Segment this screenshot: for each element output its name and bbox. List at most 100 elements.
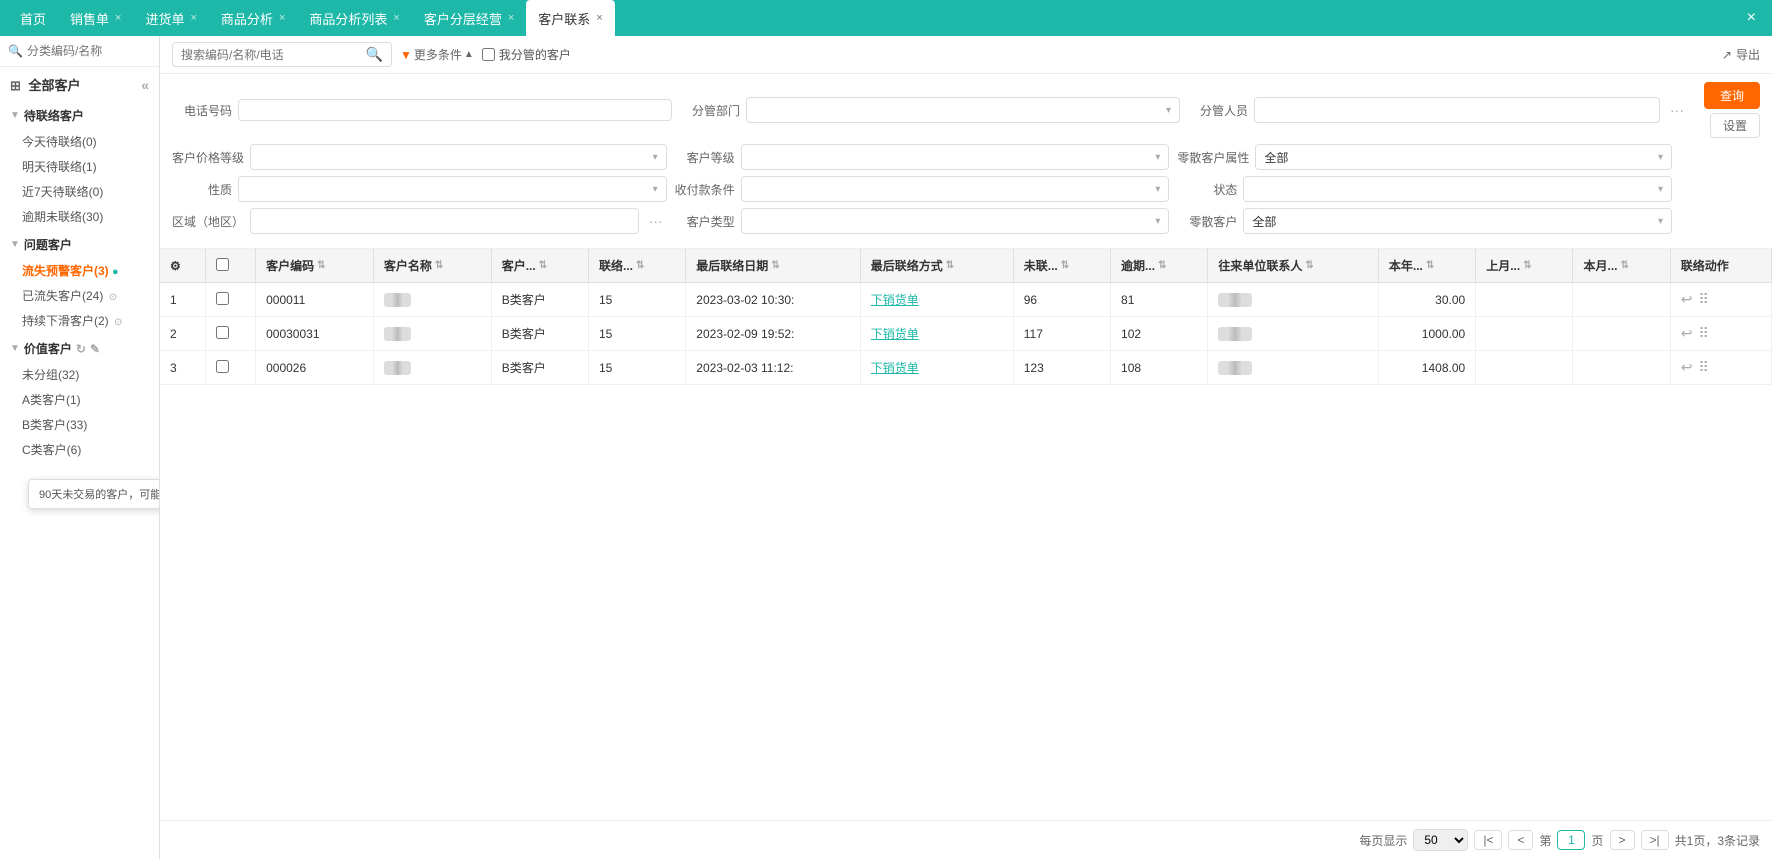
th-code[interactable]: 客户编码⇅	[256, 249, 374, 283]
cell-checkbox[interactable]	[206, 317, 256, 351]
sidebar-item-7days[interactable]: 近7天待联络(0)	[0, 179, 159, 204]
sidebar-item-overdue[interactable]: 逾期未联络(30)	[0, 204, 159, 229]
customer-type-select[interactable]: ▾	[741, 208, 1170, 234]
cell-last-date: 2023-03-02 10:30:	[686, 283, 860, 317]
page-size-select[interactable]: 50 100	[1413, 829, 1468, 851]
cell-checkbox[interactable]	[206, 351, 256, 385]
more-conditions-btn[interactable]: ▼ 更多条件 ▲	[400, 46, 474, 63]
export-button[interactable]: ↗ 导出	[1722, 46, 1760, 63]
th-this-month[interactable]: 本月...⇅	[1573, 249, 1670, 283]
th-name[interactable]: 客户名称⇅	[373, 249, 491, 283]
zero-retail-select[interactable]: 全部 ▾	[1243, 208, 1672, 234]
sidebar-search-input[interactable]	[27, 44, 151, 58]
price-level-select[interactable]: ▾	[250, 144, 667, 170]
tab-close-customer-tier[interactable]: ×	[508, 12, 514, 24]
customer-type-label: 客户类型	[675, 213, 735, 230]
next-page-btn[interactable]: >	[1610, 830, 1635, 850]
region-dots-btn[interactable]: ···	[645, 213, 667, 229]
th-not-contacted[interactable]: 未联...⇅	[1013, 249, 1110, 283]
tab-sales[interactable]: 销售单 ×	[58, 0, 133, 36]
prev-page-btn[interactable]: <	[1508, 830, 1533, 850]
refresh-icon[interactable]: ↻	[76, 342, 86, 356]
first-page-btn[interactable]: |<	[1474, 830, 1502, 850]
more-action-icon[interactable]: ⠿	[1699, 291, 1709, 308]
more-action-icon[interactable]: ⠿	[1699, 325, 1709, 342]
row-checkbox[interactable]	[216, 360, 229, 373]
th-action: 联络动作	[1670, 249, 1771, 283]
sidebar-item-tomorrow[interactable]: 明天待联络(1)	[0, 154, 159, 179]
query-button[interactable]: 查询	[1704, 82, 1760, 109]
phone-input[interactable]	[238, 99, 672, 121]
th-checkbox[interactable]	[206, 249, 256, 283]
th-settings[interactable]: ⚙	[160, 249, 206, 283]
sidebar-item-churned[interactable]: 已流失客户(24) ⊙	[0, 283, 159, 308]
search-input[interactable]	[181, 48, 366, 62]
person-dots-btn[interactable]: ···	[1666, 102, 1688, 118]
edit-icon[interactable]: ✎	[90, 342, 100, 356]
sidebar-item-class-c[interactable]: C类客户(6)	[0, 437, 159, 462]
th-contact[interactable]: 联络...⇅	[589, 249, 686, 283]
th-overdue[interactable]: 逾期...⇅	[1111, 249, 1208, 283]
tab-purchase[interactable]: 进货单 ×	[133, 0, 208, 36]
settings-button[interactable]: 设置	[1710, 113, 1760, 138]
customer-level-chevron: ▾	[1155, 152, 1160, 163]
dept-select[interactable]: ▾	[746, 97, 1180, 123]
row-checkbox[interactable]	[216, 292, 229, 305]
sidebar-group-pending-title[interactable]: ▼ 待联络客户	[0, 102, 159, 129]
th-last-method[interactable]: 最后联络方式⇅	[860, 249, 1013, 283]
tab-close-customer-contact[interactable]: ×	[596, 12, 602, 24]
customer-level-select[interactable]: ▾	[741, 144, 1170, 170]
sidebar-group-value-title[interactable]: ▼ 价值客户 ↻ ✎	[0, 335, 159, 362]
sort-icon-method: ⇅	[946, 260, 954, 271]
region-select[interactable]	[250, 208, 639, 234]
status-select[interactable]: ▾	[1243, 176, 1672, 202]
sidebar-item-declining[interactable]: 持续下滑客户(2) ⊙	[0, 308, 159, 333]
cell-this-month	[1573, 283, 1670, 317]
tab-close-sales[interactable]: ×	[115, 12, 121, 24]
arrow-icon-3: ▼	[10, 343, 20, 354]
sidebar-item-class-a[interactable]: A类客户(1)	[0, 387, 159, 412]
sidebar-group-problem-title[interactable]: ▼ 问题客户	[0, 231, 159, 258]
contact-icon[interactable]: ↩	[1681, 291, 1693, 308]
sidebar-item-today[interactable]: 今天待联络(0)	[0, 129, 159, 154]
nature-select[interactable]: ▾	[238, 176, 667, 202]
contact-icon[interactable]: ↩	[1681, 359, 1693, 376]
window-close-button[interactable]: ×	[1739, 9, 1764, 27]
my-customers-checkbox[interactable]	[482, 48, 495, 61]
sidebar-item-churn-warning[interactable]: 流失预警客户(3) ●	[0, 258, 159, 283]
payment-select[interactable]: ▾	[741, 176, 1170, 202]
th-last-month[interactable]: 上月...⇅	[1476, 249, 1573, 283]
tab-analysis[interactable]: 商品分析 ×	[209, 0, 297, 36]
search-button[interactable]: 🔍	[366, 46, 383, 63]
tab-close-analysis-list[interactable]: ×	[393, 12, 399, 24]
my-customers-checkbox-label[interactable]: 我分管的客户	[482, 46, 571, 63]
cell-this-year: 1408.00	[1378, 351, 1475, 385]
row-checkbox[interactable]	[216, 326, 229, 339]
tab-home[interactable]: 首页	[8, 0, 58, 36]
tab-customer-contact[interactable]: 客户联系 ×	[526, 0, 614, 36]
more-action-icon[interactable]: ⠿	[1699, 359, 1709, 376]
search-wrap: 🔍	[172, 42, 392, 67]
sidebar-item-class-b[interactable]: B类客户(33)	[0, 412, 159, 437]
zero-attr-select[interactable]: 全部 ▾	[1255, 144, 1672, 170]
cell-last-method[interactable]: 下销货单	[860, 283, 1013, 317]
cell-last-method[interactable]: 下销货单	[860, 317, 1013, 351]
last-page-btn[interactable]: >|	[1641, 830, 1669, 850]
sidebar-item-ungrouped[interactable]: 未分组(32)	[0, 362, 159, 387]
th-last-date[interactable]: 最后联络日期⇅	[686, 249, 860, 283]
select-all-checkbox[interactable]	[216, 258, 229, 271]
person-select[interactable]	[1254, 97, 1660, 123]
th-type[interactable]: 客户...⇅	[491, 249, 588, 283]
cell-checkbox[interactable]	[206, 283, 256, 317]
th-contact-person[interactable]: 往来单位联系人⇅	[1208, 249, 1379, 283]
sidebar-collapse-btn[interactable]: «	[141, 77, 149, 93]
tab-close-purchase[interactable]: ×	[190, 12, 196, 24]
contact-icon[interactable]: ↩	[1681, 325, 1693, 342]
tab-customer-tier[interactable]: 客户分层经营 ×	[412, 0, 526, 36]
filter-phone: 电话号码	[172, 99, 672, 121]
tab-analysis-list[interactable]: 商品分析列表 ×	[297, 0, 411, 36]
cell-last-method[interactable]: 下销货单	[860, 351, 1013, 385]
th-this-year[interactable]: 本年...⇅	[1378, 249, 1475, 283]
sidebar-all-customers[interactable]: ⊞ 全部客户 «	[0, 67, 159, 102]
tab-close-analysis[interactable]: ×	[279, 12, 285, 24]
